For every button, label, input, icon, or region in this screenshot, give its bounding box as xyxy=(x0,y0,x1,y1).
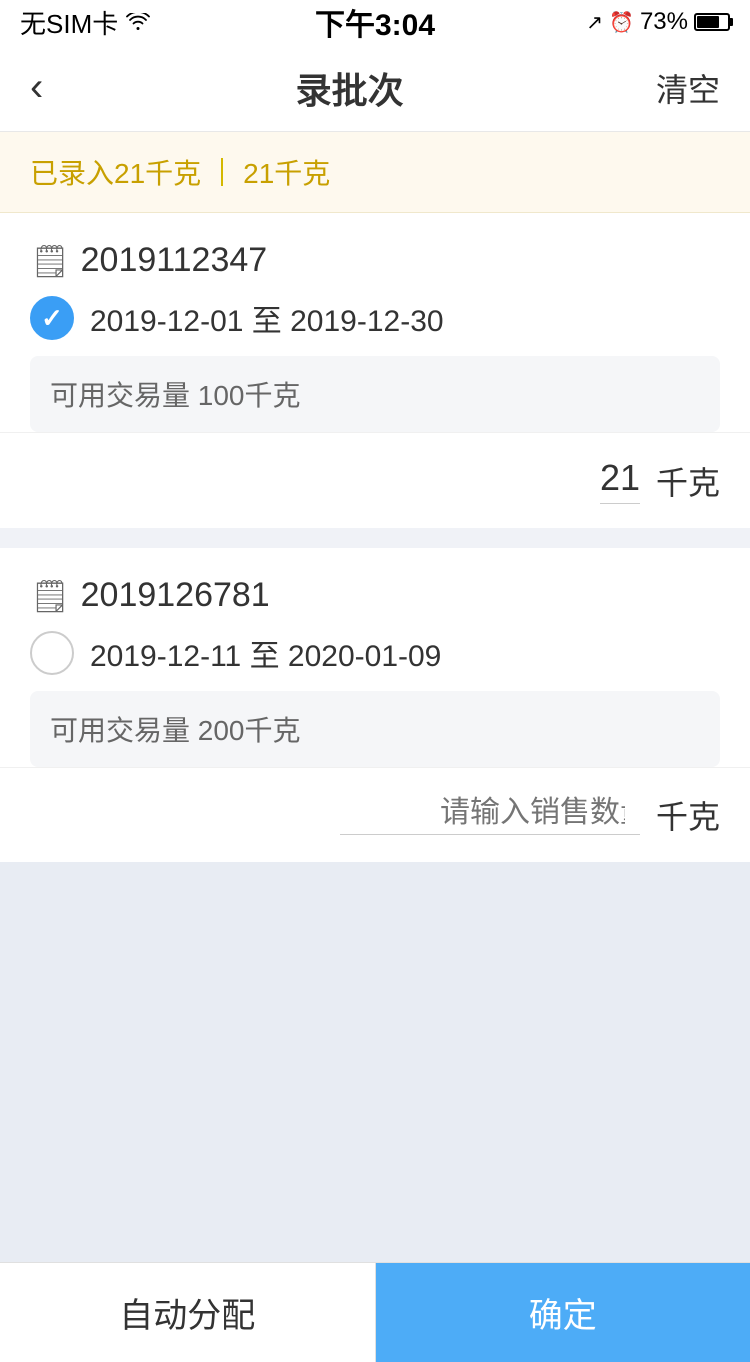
batch-1-amount-value: 21 xyxy=(600,457,640,498)
card-divider-1 xyxy=(0,528,750,548)
batch-card-1-inner: 🗒 2019112347 2019-12-01 至 2019-12-30 可用交… xyxy=(0,213,750,432)
confirm-label: 确定 xyxy=(529,1288,597,1337)
nav-bar: ‹ 录批次 清空 xyxy=(0,44,750,132)
summary-count: 21千克 xyxy=(243,152,330,192)
batch-2-availability: 可用交易量 200千克 xyxy=(30,691,720,767)
batch-2-quantity-input[interactable] xyxy=(440,796,640,830)
batch-2-radio[interactable] xyxy=(30,631,74,675)
battery-icon xyxy=(694,13,730,31)
carrier-text: 无SIM卡 xyxy=(20,4,118,41)
batch-2-id: 2019126781 xyxy=(81,576,270,615)
clear-button[interactable]: 清空 xyxy=(656,65,720,111)
bottom-buttons: 自动分配 确定 xyxy=(0,1262,750,1362)
location-icon: ↗ xyxy=(586,10,603,35)
auto-distribute-button[interactable]: 自动分配 xyxy=(0,1263,376,1362)
alarm-icon: ⏰ xyxy=(609,10,634,35)
summary-bar: 已录入21千克 21千克 xyxy=(0,132,750,213)
batch-2-id-row: 🗒 2019126781 xyxy=(30,576,720,615)
batch-1-amount-row: 21 千克 xyxy=(0,432,750,528)
batch-1-date: 2019-12-01 至 2019-12-30 xyxy=(90,296,444,340)
batch-1-id-row: 🗒 2019112347 xyxy=(30,241,720,280)
batch-2-date: 2019-12-11 至 2020-01-09 xyxy=(90,631,441,675)
batch-card-1: 🗒 2019112347 2019-12-01 至 2019-12-30 可用交… xyxy=(0,213,750,528)
battery-percent: 73% xyxy=(640,8,688,36)
batch-card-2-inner: 🗒 2019126781 2019-12-11 至 2020-01-09 可用交… xyxy=(0,548,750,767)
batch-2-input-row: 千克 xyxy=(0,767,750,862)
content-area: 🗒 2019112347 2019-12-01 至 2019-12-30 可用交… xyxy=(0,213,750,1262)
batch-2-input-wrapper[interactable] xyxy=(340,796,640,835)
status-time: 下午3:04 xyxy=(315,0,435,44)
status-carrier: 无SIM卡 xyxy=(20,4,150,41)
batch-1-radio[interactable] xyxy=(30,296,74,340)
recorded-label: 已录入21千克 xyxy=(30,152,201,192)
page-title: 录批次 xyxy=(296,62,404,114)
batch-1-amount-underline: 21 xyxy=(600,457,640,504)
batch-1-icon: 🗒 xyxy=(30,242,71,280)
batch-2-icon: 🗒 xyxy=(30,577,71,615)
batch-card-2: 🗒 2019126781 2019-12-11 至 2020-01-09 可用交… xyxy=(0,548,750,862)
batch-1-availability: 可用交易量 100千克 xyxy=(30,356,720,432)
batch-2-unit: 千克 xyxy=(656,792,720,838)
wifi-icon xyxy=(126,7,150,38)
status-right: ↗ ⏰ 73% xyxy=(586,8,730,36)
empty-space xyxy=(0,862,750,1262)
batch-1-unit: 千克 xyxy=(656,458,720,504)
back-button[interactable]: ‹ xyxy=(30,65,43,110)
status-bar: 无SIM卡 下午3:04 ↗ ⏰ 73% xyxy=(0,0,750,44)
batch-1-date-row: 2019-12-01 至 2019-12-30 xyxy=(30,296,720,340)
batch-1-id: 2019112347 xyxy=(81,241,268,280)
confirm-button[interactable]: 确定 xyxy=(376,1263,750,1362)
auto-distribute-label: 自动分配 xyxy=(119,1288,255,1337)
summary-divider xyxy=(221,158,223,186)
batch-2-date-row: 2019-12-11 至 2020-01-09 xyxy=(30,631,720,675)
